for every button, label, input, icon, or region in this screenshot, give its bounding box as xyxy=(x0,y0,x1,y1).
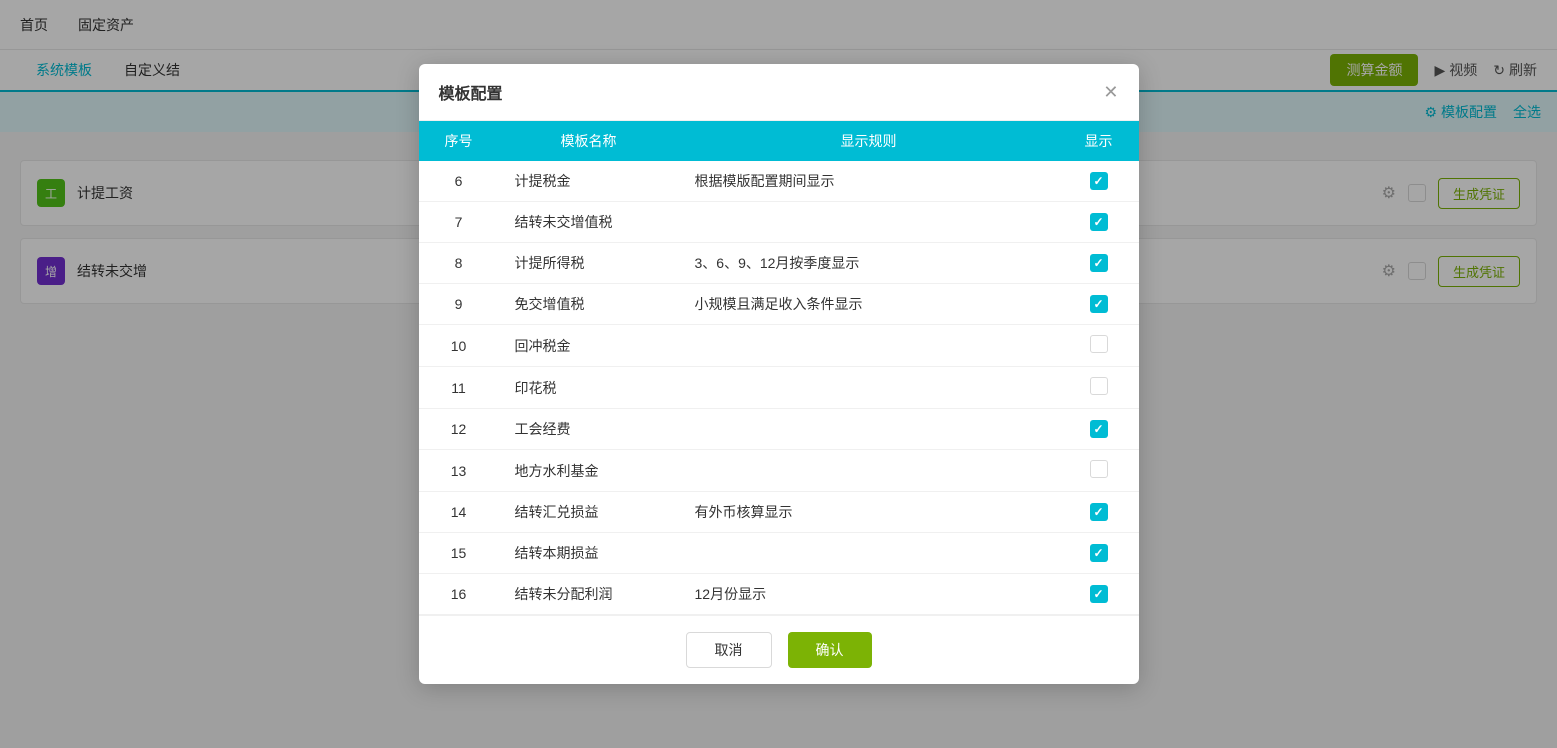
cell-id-1: 7 xyxy=(419,202,499,243)
checkbox-2[interactable] xyxy=(1090,254,1108,272)
checkbox-6[interactable] xyxy=(1090,420,1108,438)
cell-rule-6 xyxy=(679,409,1059,450)
checkbox-0[interactable] xyxy=(1090,172,1108,190)
col-header-name: 模板名称 xyxy=(499,121,679,161)
checkbox-4[interactable] xyxy=(1090,335,1108,353)
background-page: 首页 固定资产 系统模板 自定义结 测算金额 ▶ 视频 ↻ 刷新 ⚙ 模板配置 … xyxy=(0,0,1557,748)
cell-check-3 xyxy=(1059,284,1139,325)
cell-name-8: 结转汇兑损益 xyxy=(499,492,679,533)
cell-id-6: 12 xyxy=(419,409,499,450)
table-row: 13地方水利基金 xyxy=(419,450,1139,492)
cell-check-10 xyxy=(1059,574,1139,615)
checkbox-10[interactable] xyxy=(1090,585,1108,603)
cell-name-7: 地方水利基金 xyxy=(499,450,679,492)
cell-check-2 xyxy=(1059,243,1139,284)
checkbox-7[interactable] xyxy=(1090,460,1108,478)
table-row: 8计提所得税3、6、9、12月按季度显示 xyxy=(419,243,1139,284)
cell-rule-8: 有外币核算显示 xyxy=(679,492,1059,533)
cell-name-2: 计提所得税 xyxy=(499,243,679,284)
cell-id-2: 8 xyxy=(419,243,499,284)
table-row: 11印花税 xyxy=(419,367,1139,409)
cell-rule-1 xyxy=(679,202,1059,243)
table-row: 6计提税金根据模版配置期间显示 xyxy=(419,161,1139,202)
checkbox-8[interactable] xyxy=(1090,503,1108,521)
table-row: 16结转未分配利润12月份显示 xyxy=(419,574,1139,615)
modal-title: 模板配置 xyxy=(439,80,503,104)
cell-id-7: 13 xyxy=(419,450,499,492)
modal-footer: 取消 确认 xyxy=(419,615,1139,684)
cell-id-4: 10 xyxy=(419,325,499,367)
cell-rule-9 xyxy=(679,533,1059,574)
cell-name-0: 计提税金 xyxy=(499,161,679,202)
cell-check-8 xyxy=(1059,492,1139,533)
cell-id-0: 6 xyxy=(419,161,499,202)
cell-name-3: 免交增值税 xyxy=(499,284,679,325)
cell-rule-0: 根据模版配置期间显示 xyxy=(679,161,1059,202)
cell-id-5: 11 xyxy=(419,367,499,409)
checkbox-3[interactable] xyxy=(1090,295,1108,313)
col-header-rule: 显示规则 xyxy=(679,121,1059,161)
cell-name-6: 工会经费 xyxy=(499,409,679,450)
checkbox-1[interactable] xyxy=(1090,213,1108,231)
modal-close-button[interactable]: ✕ xyxy=(1103,83,1118,101)
modal-header: 模板配置 ✕ xyxy=(419,64,1139,121)
cell-rule-4 xyxy=(679,325,1059,367)
cell-check-5 xyxy=(1059,367,1139,409)
modal-overlay: 模板配置 ✕ 序号 模板名称 显示规则 显示 6计提税金根据模版配置期间 xyxy=(0,0,1557,748)
cell-name-1: 结转未交增值税 xyxy=(499,202,679,243)
checkbox-5[interactable] xyxy=(1090,377,1108,395)
table-row: 15结转本期损益 xyxy=(419,533,1139,574)
cell-check-1 xyxy=(1059,202,1139,243)
cell-rule-10: 12月份显示 xyxy=(679,574,1059,615)
table-row: 9免交增值税小规模且满足收入条件显示 xyxy=(419,284,1139,325)
cell-name-5: 印花税 xyxy=(499,367,679,409)
table-row: 7结转未交增值税 xyxy=(419,202,1139,243)
col-header-id: 序号 xyxy=(419,121,499,161)
col-header-show: 显示 xyxy=(1059,121,1139,161)
cell-check-9 xyxy=(1059,533,1139,574)
table-row: 10回冲税金 xyxy=(419,325,1139,367)
config-table: 序号 模板名称 显示规则 显示 6计提税金根据模版配置期间显示7结转未交增值税8… xyxy=(419,121,1139,615)
cell-check-0 xyxy=(1059,161,1139,202)
cell-id-9: 15 xyxy=(419,533,499,574)
cell-check-6 xyxy=(1059,409,1139,450)
cell-name-4: 回冲税金 xyxy=(499,325,679,367)
cell-id-3: 9 xyxy=(419,284,499,325)
cell-rule-2: 3、6、9、12月按季度显示 xyxy=(679,243,1059,284)
table-row: 14结转汇兑损益有外币核算显示 xyxy=(419,492,1139,533)
cell-name-10: 结转未分配利润 xyxy=(499,574,679,615)
table-row: 12工会经费 xyxy=(419,409,1139,450)
checkbox-9[interactable] xyxy=(1090,544,1108,562)
modal-confirm-button[interactable]: 确认 xyxy=(788,632,872,668)
modal-cancel-button[interactable]: 取消 xyxy=(686,632,772,668)
cell-id-10: 16 xyxy=(419,574,499,615)
cell-check-4 xyxy=(1059,325,1139,367)
cell-rule-5 xyxy=(679,367,1059,409)
cell-name-9: 结转本期损益 xyxy=(499,533,679,574)
cell-rule-3: 小规模且满足收入条件显示 xyxy=(679,284,1059,325)
modal-template-config: 模板配置 ✕ 序号 模板名称 显示规则 显示 6计提税金根据模版配置期间 xyxy=(419,64,1139,684)
cell-check-7 xyxy=(1059,450,1139,492)
cell-rule-7 xyxy=(679,450,1059,492)
modal-body: 序号 模板名称 显示规则 显示 6计提税金根据模版配置期间显示7结转未交增值税8… xyxy=(419,121,1139,615)
cell-id-8: 14 xyxy=(419,492,499,533)
